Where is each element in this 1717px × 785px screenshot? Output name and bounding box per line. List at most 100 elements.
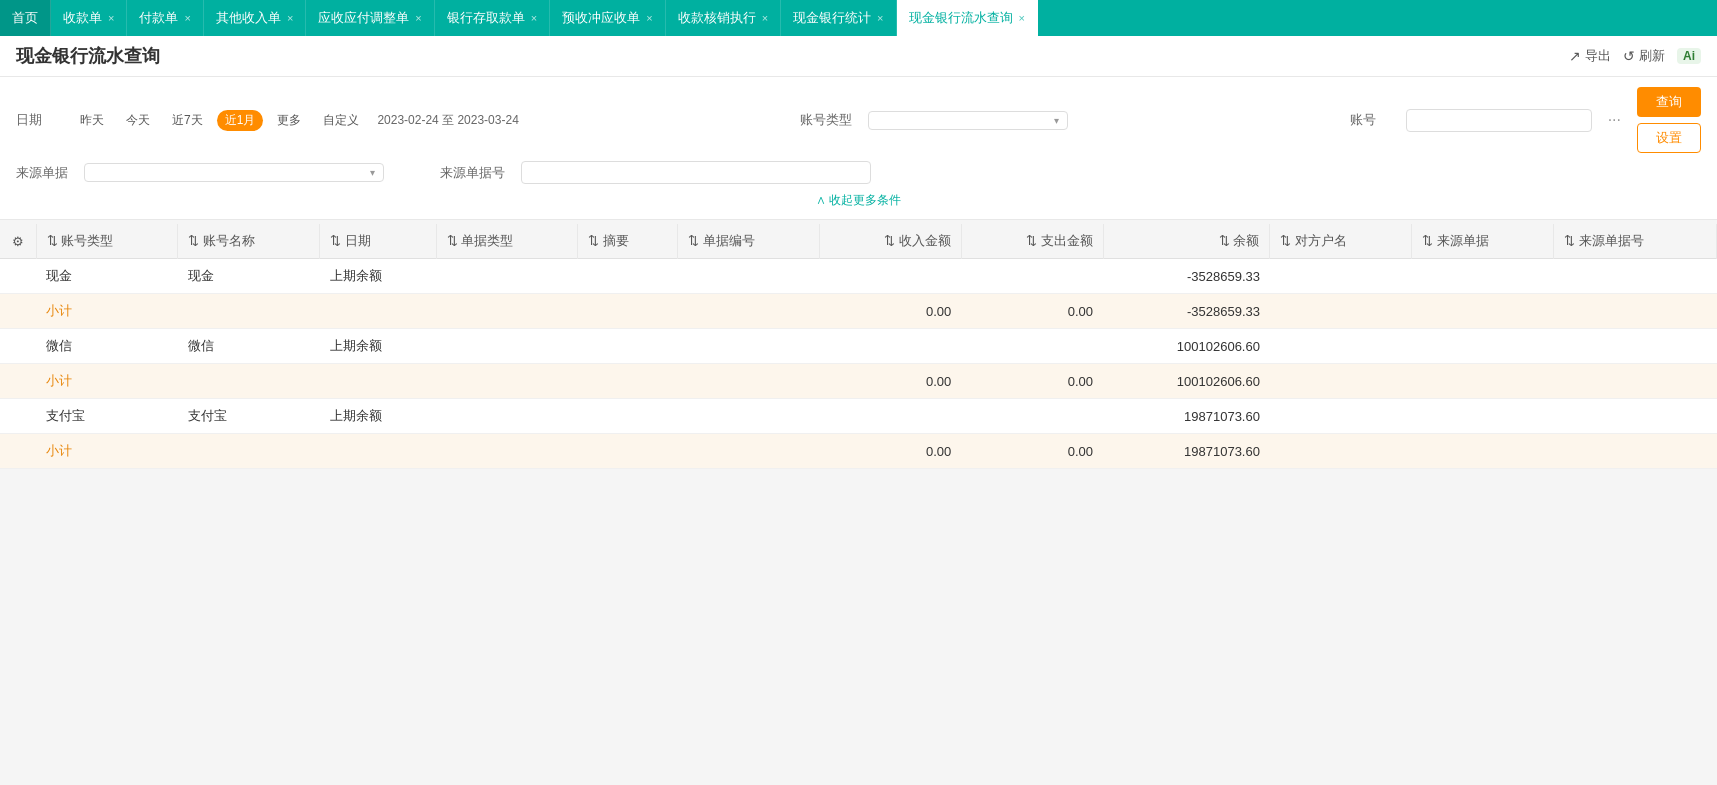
- source-doc-select[interactable]: ▾: [84, 163, 384, 182]
- header-actions: ↗ 导出 ↺ 刷新 Ai: [1569, 47, 1701, 65]
- cell-expense: 0.00: [961, 434, 1103, 469]
- nav-tab-yinhangcunkuandan[interactable]: 银行存取款单 ×: [435, 0, 550, 36]
- table-row[interactable]: 微信 微信 上期余额 100102606.60: [0, 329, 1717, 364]
- close-icon[interactable]: ×: [184, 12, 190, 24]
- more-options-icon[interactable]: ···: [1608, 111, 1621, 129]
- cell-doc-no: [678, 259, 820, 294]
- table-row[interactable]: 现金 现金 上期余额 -3528659.33: [0, 259, 1717, 294]
- cell-source-doc-no: [1554, 364, 1717, 399]
- cell-gear: [0, 399, 36, 434]
- source-doc-num-input[interactable]: [521, 161, 871, 184]
- th-balance[interactable]: ⇅ 余额: [1103, 224, 1270, 259]
- th-doc-type[interactable]: ⇅ 单据类型: [436, 224, 578, 259]
- nav-tab-qitataishoudan[interactable]: 其他收入单 ×: [204, 0, 306, 36]
- cell-income: 0.00: [819, 294, 961, 329]
- th-date[interactable]: ⇅ 日期: [320, 224, 437, 259]
- export-button[interactable]: ↗ 导出: [1569, 47, 1611, 65]
- cell-gear: [0, 434, 36, 469]
- cell-expense: 0.00: [961, 294, 1103, 329]
- cell-balance: -3528659.33: [1103, 294, 1270, 329]
- settings-button[interactable]: 设置: [1637, 123, 1701, 153]
- table-body: 现金 现金 上期余额 -3528659.33 小计 0.00 0.00 -352…: [0, 259, 1717, 469]
- query-button[interactable]: 查询: [1637, 87, 1701, 117]
- cell-source-doc-no: [1554, 329, 1717, 364]
- cell-summary: [578, 329, 678, 364]
- collapse-bar[interactable]: ∧ 收起更多条件: [16, 192, 1701, 209]
- close-icon[interactable]: ×: [531, 12, 537, 24]
- cell-expense: [961, 399, 1103, 434]
- th-account-name[interactable]: ⇅ 账号名称: [178, 224, 320, 259]
- action-buttons: 查询 设置: [1637, 87, 1701, 153]
- date-btn-custom[interactable]: 自定义: [315, 110, 367, 131]
- cell-doc-no: [678, 434, 820, 469]
- cell-balance: 19871073.60: [1103, 399, 1270, 434]
- close-icon[interactable]: ×: [646, 12, 652, 24]
- nav-tab-shoukuandan[interactable]: 收款单 ×: [51, 0, 127, 36]
- cell-account-name: 现金: [178, 259, 320, 294]
- th-expense[interactable]: ⇅ 支出金额: [961, 224, 1103, 259]
- cell-balance: -3528659.33: [1103, 259, 1270, 294]
- table-row[interactable]: 小计 0.00 0.00 -3528659.33: [0, 294, 1717, 329]
- close-icon[interactable]: ×: [762, 12, 768, 24]
- cell-date: [320, 434, 437, 469]
- cell-doc-type: [436, 294, 578, 329]
- nav-home[interactable]: 首页: [0, 0, 51, 36]
- close-icon[interactable]: ×: [1019, 12, 1025, 24]
- cell-source-doc: [1412, 329, 1554, 364]
- account-input[interactable]: [1406, 109, 1592, 132]
- cell-source-doc-no: [1554, 294, 1717, 329]
- close-icon[interactable]: ×: [877, 12, 883, 24]
- cell-balance: 100102606.60: [1103, 364, 1270, 399]
- th-summary[interactable]: ⇅ 摘要: [578, 224, 678, 259]
- cell-account-name: [178, 434, 320, 469]
- th-counterparty[interactable]: ⇅ 对方户名: [1270, 224, 1412, 259]
- cell-gear: [0, 259, 36, 294]
- nav-tab-yingshoutiaozhengdan[interactable]: 应收应付调整单 ×: [306, 0, 434, 36]
- nav-tab-shoukuanhexiao[interactable]: 收款核销执行 ×: [666, 0, 781, 36]
- cell-counterparty: [1270, 434, 1412, 469]
- cell-account-type: 支付宝: [36, 399, 178, 434]
- cell-source-doc-no: [1554, 259, 1717, 294]
- filter-area: 日期 昨天 今天 近7天 近1月 更多 自定义 2023-02-24 至 202…: [0, 77, 1717, 220]
- cell-account-name: 微信: [178, 329, 320, 364]
- cell-doc-type: [436, 329, 578, 364]
- nav-tab-xianjinliushui[interactable]: 现金银行流水查询 ×: [897, 0, 1038, 36]
- date-btn-1month[interactable]: 近1月: [217, 110, 264, 131]
- refresh-button[interactable]: ↺ 刷新: [1623, 47, 1665, 65]
- close-icon[interactable]: ×: [287, 12, 293, 24]
- th-account-type[interactable]: ⇅ 账号类型: [36, 224, 178, 259]
- chevron-down-icon2: ▾: [370, 167, 375, 178]
- date-btn-more[interactable]: 更多: [269, 110, 309, 131]
- table-row[interactable]: 小计 0.00 0.00 19871073.60: [0, 434, 1717, 469]
- cell-counterparty: [1270, 259, 1412, 294]
- cell-date: [320, 364, 437, 399]
- cell-source-doc-no: [1554, 399, 1717, 434]
- cell-source-doc: [1412, 294, 1554, 329]
- cell-account-name: [178, 364, 320, 399]
- nav-tab-yushouyingshoudan[interactable]: 预收冲应收单 ×: [550, 0, 665, 36]
- date-btn-today[interactable]: 今天: [118, 110, 158, 131]
- nav-tab-xianjintongjia[interactable]: 现金银行统计 ×: [781, 0, 896, 36]
- account-label: 账号: [1350, 111, 1390, 129]
- cell-counterparty: [1270, 399, 1412, 434]
- table-row[interactable]: 支付宝 支付宝 上期余额 19871073.60: [0, 399, 1717, 434]
- close-icon[interactable]: ×: [108, 12, 114, 24]
- ai-badge[interactable]: Ai: [1677, 48, 1701, 64]
- cell-doc-type: [436, 364, 578, 399]
- account-type-select[interactable]: ▾: [868, 111, 1068, 130]
- cell-counterparty: [1270, 364, 1412, 399]
- close-icon[interactable]: ×: [415, 12, 421, 24]
- cell-source-doc: [1412, 399, 1554, 434]
- gear-column-header[interactable]: ⚙: [0, 224, 36, 259]
- date-btn-yesterday[interactable]: 昨天: [72, 110, 112, 131]
- cell-summary: [578, 434, 678, 469]
- th-doc-no[interactable]: ⇅ 单据编号: [678, 224, 820, 259]
- date-options: 昨天 今天 近7天 近1月 更多 自定义 2023-02-24 至 2023-0…: [72, 110, 519, 131]
- th-income[interactable]: ⇅ 收入金额: [819, 224, 961, 259]
- cell-summary: [578, 294, 678, 329]
- table-row[interactable]: 小计 0.00 0.00 100102606.60: [0, 364, 1717, 399]
- th-source-doc-no[interactable]: ⇅ 来源单据号: [1554, 224, 1717, 259]
- nav-tab-fukuandan[interactable]: 付款单 ×: [127, 0, 203, 36]
- date-btn-7days[interactable]: 近7天: [164, 110, 211, 131]
- th-source-doc[interactable]: ⇅ 来源单据: [1412, 224, 1554, 259]
